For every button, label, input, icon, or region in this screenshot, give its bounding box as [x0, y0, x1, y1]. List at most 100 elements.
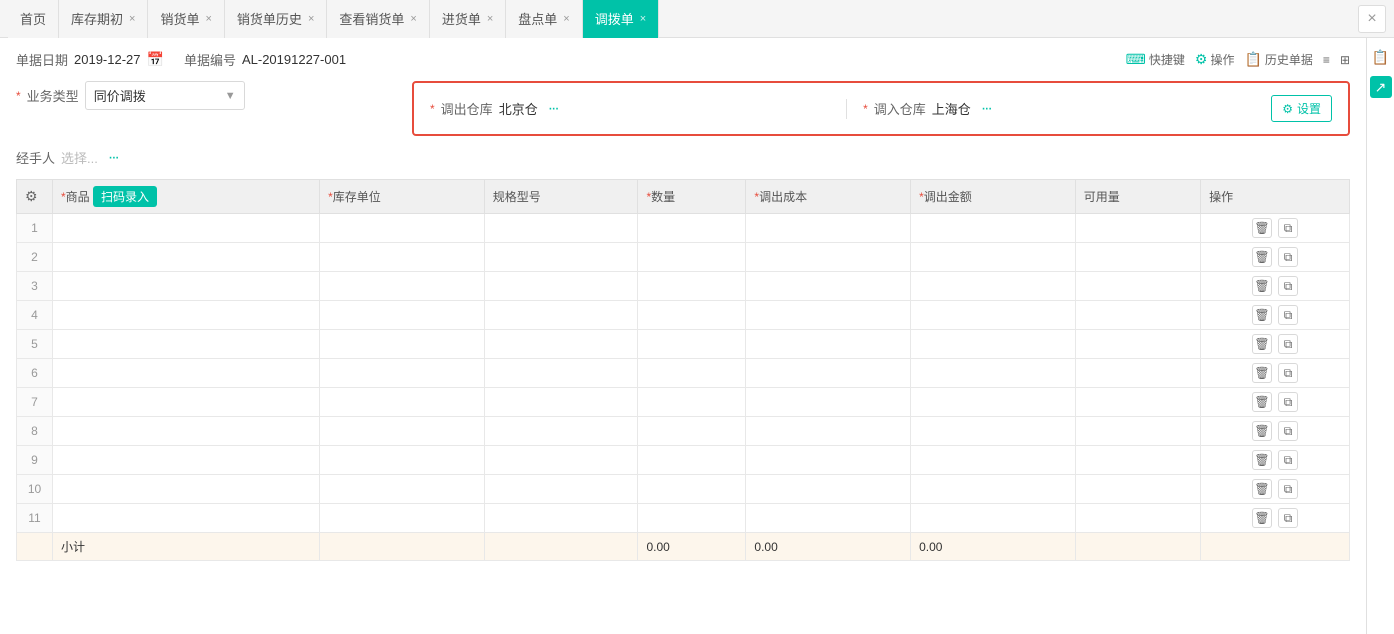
cell-goods-3[interactable]: [53, 272, 320, 301]
cell-spec-2[interactable]: [484, 243, 638, 272]
cell-qty-8[interactable]: [638, 417, 746, 446]
copy-row-6-button[interactable]: ⧉: [1278, 363, 1298, 383]
business-type-select[interactable]: 同价调拨 ▼: [85, 81, 245, 110]
cell-spec-10[interactable]: [484, 475, 638, 504]
cell-qty-10[interactable]: [638, 475, 746, 504]
cell-cost-2[interactable]: [746, 243, 911, 272]
cell-amount-9[interactable]: [911, 446, 1076, 475]
cell-qty-7[interactable]: [638, 388, 746, 417]
cell-amount-8[interactable]: [911, 417, 1076, 446]
cell-goods-6[interactable]: [53, 359, 320, 388]
cell-amount-5[interactable]: [911, 330, 1076, 359]
cell-goods-1[interactable]: [53, 214, 320, 243]
cell-qty-1[interactable]: [638, 214, 746, 243]
cell-cost-5[interactable]: [746, 330, 911, 359]
operation-link[interactable]: ⚙ 操作: [1195, 51, 1235, 68]
cell-amount-4[interactable]: [911, 301, 1076, 330]
cell-qty-5[interactable]: [638, 330, 746, 359]
cell-goods-11[interactable]: [53, 504, 320, 533]
cell-goods-8[interactable]: [53, 417, 320, 446]
tab-transfer-order[interactable]: 调拨单 ×: [583, 0, 659, 38]
cell-unit-3[interactable]: [320, 272, 485, 301]
delete-row-8-button[interactable]: 🗑: [1252, 421, 1272, 441]
delete-row-4-button[interactable]: 🗑: [1252, 305, 1272, 325]
copy-row-2-button[interactable]: ⧉: [1278, 247, 1298, 267]
cell-amount-7[interactable]: [911, 388, 1076, 417]
cell-spec-4[interactable]: [484, 301, 638, 330]
cell-unit-9[interactable]: [320, 446, 485, 475]
from-warehouse-value[interactable]: 北京仓: [499, 99, 538, 118]
layout-toggle-grid[interactable]: ⊞: [1340, 53, 1350, 67]
tab-close-sales-history[interactable]: ×: [308, 13, 314, 25]
cell-unit-11[interactable]: [320, 504, 485, 533]
cell-qty-3[interactable]: [638, 272, 746, 301]
cell-unit-1[interactable]: [320, 214, 485, 243]
copy-row-8-button[interactable]: ⧉: [1278, 421, 1298, 441]
tab-home[interactable]: 首页: [8, 0, 59, 38]
delete-row-3-button[interactable]: 🗑: [1252, 276, 1272, 296]
cell-spec-9[interactable]: [484, 446, 638, 475]
history-link[interactable]: 📋 历史单据: [1244, 51, 1312, 68]
cell-goods-7[interactable]: [53, 388, 320, 417]
date-value[interactable]: 2019-12-27: [74, 52, 141, 67]
to-warehouse-value[interactable]: 上海仓: [932, 99, 971, 118]
tab-close-transfer-order[interactable]: ×: [640, 13, 646, 25]
from-warehouse-more-btn[interactable]: ···: [548, 100, 558, 118]
cell-goods-10[interactable]: [53, 475, 320, 504]
cell-spec-5[interactable]: [484, 330, 638, 359]
layout-toggle-list[interactable]: ≡: [1323, 53, 1330, 67]
copy-row-10-button[interactable]: ⧉: [1278, 479, 1298, 499]
cell-qty-11[interactable]: [638, 504, 746, 533]
cell-qty-4[interactable]: [638, 301, 746, 330]
delete-row-1-button[interactable]: 🗑: [1252, 218, 1272, 238]
sidebar-export-button[interactable]: ↗: [1370, 76, 1392, 98]
delete-row-7-button[interactable]: 🗑: [1252, 392, 1272, 412]
delete-row-6-button[interactable]: 🗑: [1252, 363, 1272, 383]
tab-view-sales[interactable]: 查看销货单 ×: [327, 0, 429, 38]
cell-cost-6[interactable]: [746, 359, 911, 388]
copy-row-9-button[interactable]: ⧉: [1278, 450, 1298, 470]
cell-unit-2[interactable]: [320, 243, 485, 272]
calendar-icon[interactable]: 📅: [147, 51, 164, 68]
copy-row-11-button[interactable]: ⧉: [1278, 508, 1298, 528]
cell-qty-9[interactable]: [638, 446, 746, 475]
cell-amount-3[interactable]: [911, 272, 1076, 301]
cell-goods-9[interactable]: [53, 446, 320, 475]
tab-close-view-sales[interactable]: ×: [410, 13, 416, 25]
cell-cost-11[interactable]: [746, 504, 911, 533]
cell-cost-7[interactable]: [746, 388, 911, 417]
cell-unit-4[interactable]: [320, 301, 485, 330]
cell-unit-8[interactable]: [320, 417, 485, 446]
scan-button[interactable]: 扫码录入: [93, 186, 157, 207]
to-warehouse-more-btn[interactable]: ···: [981, 100, 991, 118]
shortcut-link[interactable]: ⌨ 快捷键: [1126, 51, 1185, 68]
delete-row-10-button[interactable]: 🗑: [1252, 479, 1272, 499]
cell-unit-7[interactable]: [320, 388, 485, 417]
copy-row-3-button[interactable]: ⧉: [1278, 276, 1298, 296]
delete-row-5-button[interactable]: 🗑: [1252, 334, 1272, 354]
person-more-btn[interactable]: ···: [108, 149, 118, 167]
tab-sales-history[interactable]: 销货单历史 ×: [225, 0, 327, 38]
cell-unit-6[interactable]: [320, 359, 485, 388]
cell-spec-11[interactable]: [484, 504, 638, 533]
delete-row-9-button[interactable]: 🗑: [1252, 450, 1272, 470]
tab-close-purchase-order[interactable]: ×: [487, 13, 493, 25]
cell-goods-4[interactable]: [53, 301, 320, 330]
delete-row-2-button[interactable]: 🗑: [1252, 247, 1272, 267]
cell-cost-1[interactable]: [746, 214, 911, 243]
cell-spec-3[interactable]: [484, 272, 638, 301]
tab-close-inventory-count[interactable]: ×: [563, 13, 569, 25]
copy-row-5-button[interactable]: ⧉: [1278, 334, 1298, 354]
sidebar-notes-button[interactable]: 📋: [1370, 46, 1392, 68]
cell-spec-7[interactable]: [484, 388, 638, 417]
cell-unit-10[interactable]: [320, 475, 485, 504]
cell-unit-5[interactable]: [320, 330, 485, 359]
tab-purchase-order[interactable]: 进货单 ×: [430, 0, 506, 38]
cell-cost-10[interactable]: [746, 475, 911, 504]
cell-amount-2[interactable]: [911, 243, 1076, 272]
cell-cost-9[interactable]: [746, 446, 911, 475]
cell-spec-8[interactable]: [484, 417, 638, 446]
warehouse-settings-button[interactable]: ⚙ 设置: [1271, 95, 1332, 122]
tab-close-sales-order[interactable]: ×: [205, 13, 211, 25]
cell-qty-2[interactable]: [638, 243, 746, 272]
